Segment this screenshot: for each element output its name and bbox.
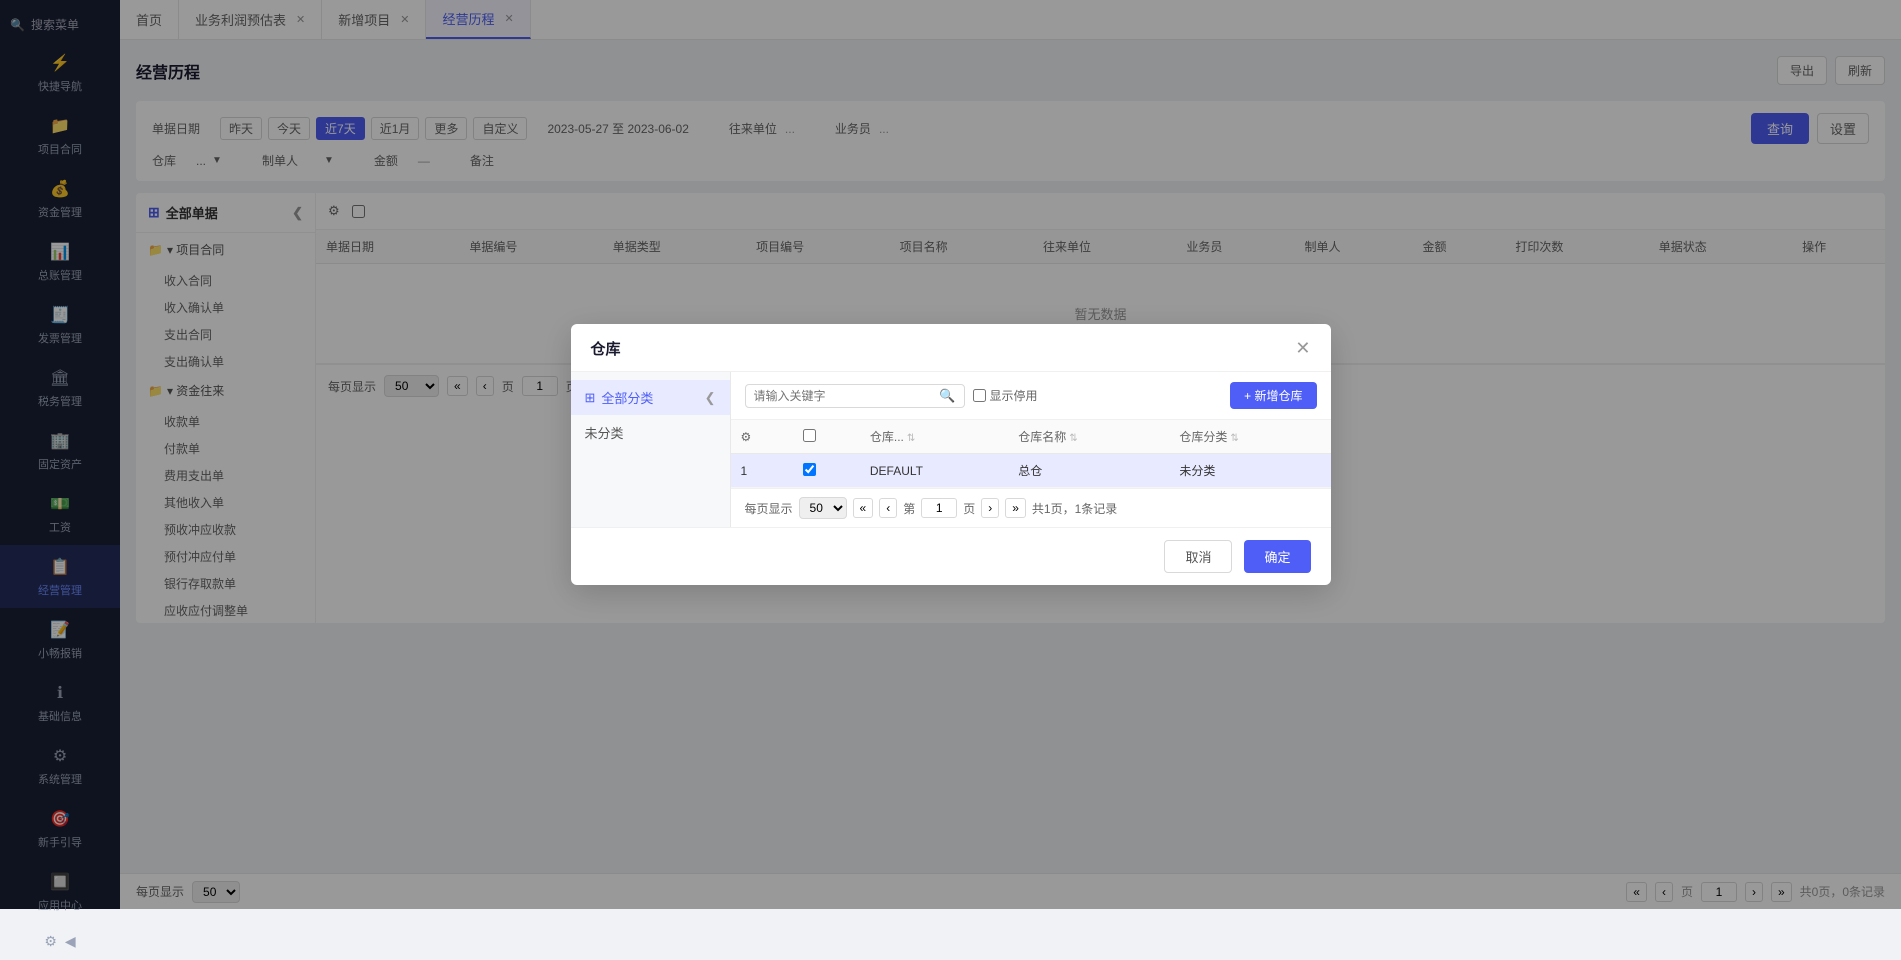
warehouse-modal: 仓库 ✕ ⊞ 全部分类 ❮ 未分类 🔍	[571, 324, 1331, 585]
row-index: 1	[731, 454, 793, 488]
modal-col-category: 仓库分类⇅	[1169, 420, 1330, 454]
modal-first-page-btn[interactable]: «	[853, 498, 874, 518]
modal-search-input[interactable]	[754, 389, 936, 403]
all-category-label: 全部分类	[601, 388, 653, 407]
show-disabled-label[interactable]: 显示停用	[973, 387, 1038, 404]
modal-left-panel: ⊞ 全部分类 ❮ 未分类	[571, 372, 731, 527]
modal-select-all[interactable]	[803, 429, 816, 442]
modal-search-wrap: 🔍	[745, 384, 965, 408]
modal-last-page-btn[interactable]: »	[1005, 498, 1026, 518]
modal-next-page-btn[interactable]: ›	[981, 498, 999, 518]
uncategorized-item[interactable]: 未分类	[571, 415, 730, 450]
modal-per-page-label: 每页显示	[745, 500, 793, 517]
confirm-button[interactable]: 确定	[1244, 540, 1310, 573]
row-code: DEFAULT	[860, 454, 1008, 488]
all-category-item[interactable]: ⊞ 全部分类 ❮	[571, 380, 730, 415]
modal-page-input[interactable]	[921, 498, 957, 518]
modal-per-page-select[interactable]: 50	[799, 497, 847, 519]
modal-col-settings: ⚙	[731, 420, 793, 454]
show-disabled-text: 显示停用	[990, 387, 1038, 404]
settings-icon[interactable]: ⚙	[44, 933, 57, 950]
modal-col-checkbox	[793, 420, 860, 454]
cancel-button[interactable]: 取消	[1164, 540, 1232, 573]
modal-header: 仓库 ✕	[571, 324, 1331, 372]
row-checkbox	[793, 454, 860, 488]
add-warehouse-button[interactable]: + 新增仓库	[1230, 382, 1316, 409]
row-category: 未分类	[1169, 454, 1330, 488]
sidebar-bottom: ⚙ ◀	[34, 923, 85, 960]
show-disabled-checkbox[interactable]	[973, 389, 986, 402]
modal-right-panel: 🔍 显示停用 + 新增仓库 ⚙ 仓库...⇅	[731, 372, 1331, 527]
collapse-icon[interactable]: ◀	[65, 933, 76, 950]
row-select-checkbox[interactable]	[803, 463, 816, 476]
modal-table: ⚙ 仓库...⇅ 仓库名称⇅ 仓库分类⇅ 1 DEFAULT	[731, 420, 1331, 488]
modal-col-code: 仓库...⇅	[860, 420, 1008, 454]
modal-page-suffix: 页	[963, 500, 975, 517]
modal-footer: 取消 确定	[571, 527, 1331, 585]
uncategorized-label: 未分类	[585, 423, 624, 442]
modal-total-text: 共1页，1条记录	[1032, 500, 1117, 517]
left-panel-collapse-btn[interactable]: ❮	[705, 390, 716, 406]
modal-title: 仓库	[591, 338, 621, 359]
modal-close-button[interactable]: ✕	[1295, 338, 1310, 359]
row-name: 总仓	[1008, 454, 1169, 488]
modal-prev-page-btn[interactable]: ‹	[879, 498, 897, 518]
modal-search-icon: 🔍	[939, 388, 955, 404]
modal-overlay: 仓库 ✕ ⊞ 全部分类 ❮ 未分类 🔍	[0, 0, 1901, 909]
modal-toolbar: 🔍 显示停用 + 新增仓库	[731, 372, 1331, 420]
modal-col-name: 仓库名称⇅	[1008, 420, 1169, 454]
modal-page-label: 第	[903, 500, 915, 517]
modal-pagination: 每页显示 50 « ‹ 第 页 › » 共1页，1条记录	[731, 488, 1331, 527]
modal-table-wrap: ⚙ 仓库...⇅ 仓库名称⇅ 仓库分类⇅ 1 DEFAULT	[731, 420, 1331, 488]
grid-icon-modal: ⊞	[585, 390, 596, 406]
modal-body: ⊞ 全部分类 ❮ 未分类 🔍 显示停用	[571, 372, 1331, 527]
modal-table-row[interactable]: 1 DEFAULT 总仓 未分类	[731, 454, 1331, 488]
